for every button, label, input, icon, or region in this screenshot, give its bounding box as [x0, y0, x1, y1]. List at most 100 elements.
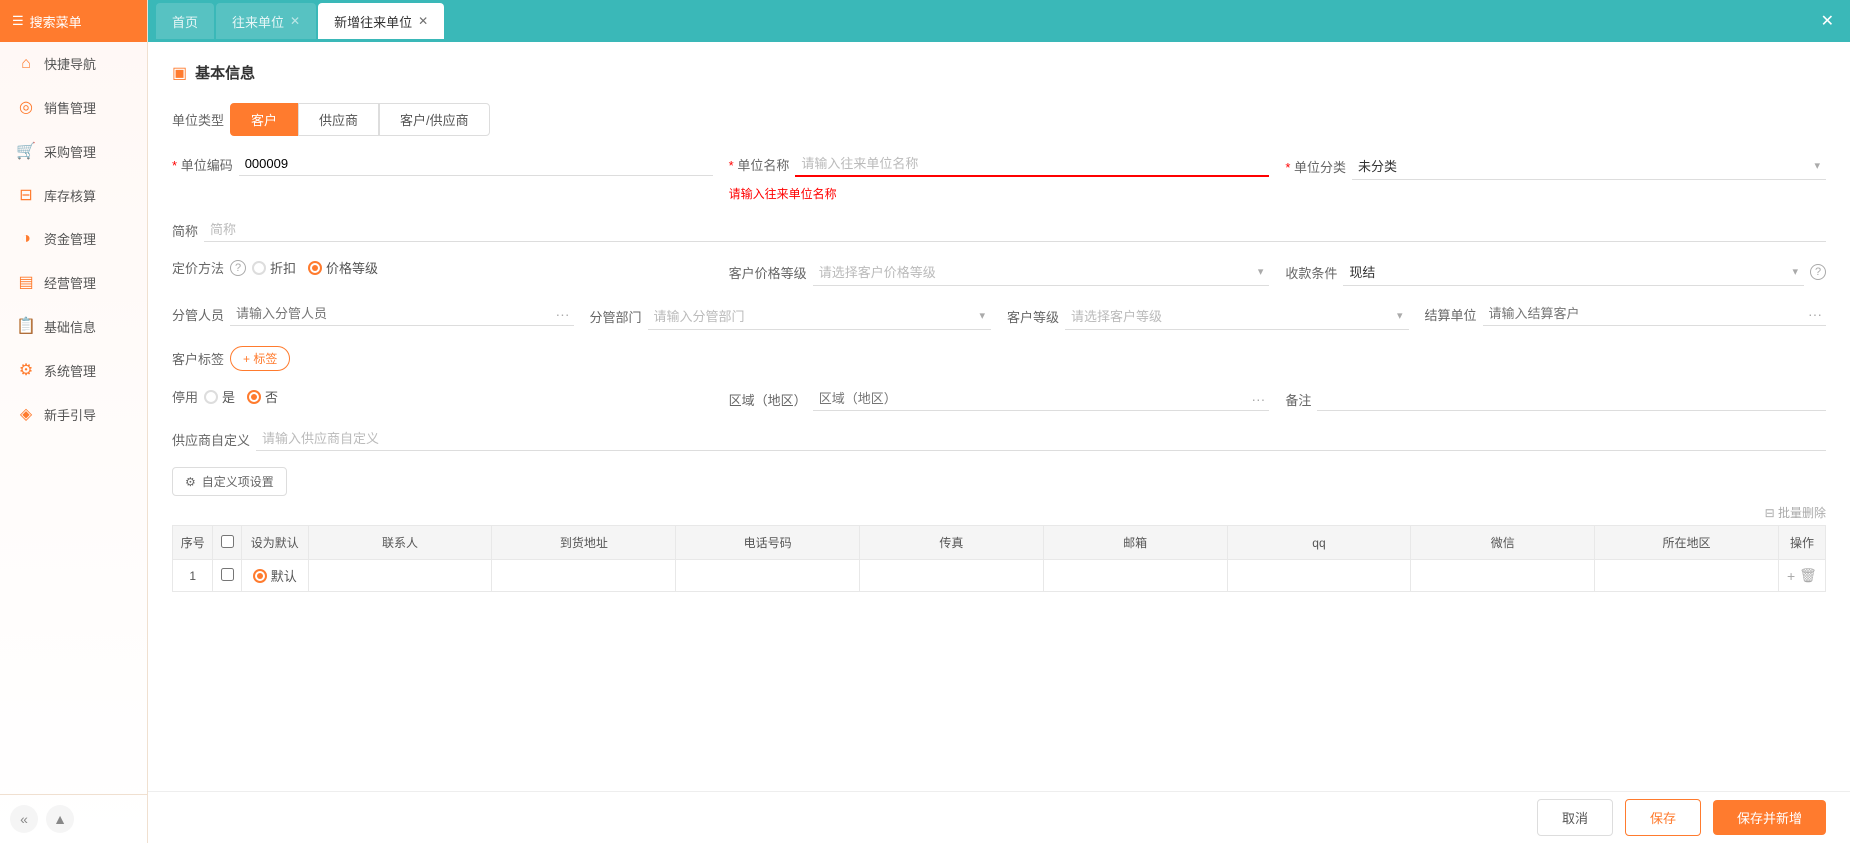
row-fax[interactable] — [860, 560, 1044, 592]
delete-row-btn[interactable]: 🗑 — [1799, 567, 1817, 584]
unit-name-field: * 单位名称 请输入往来单位名称 — [729, 152, 1270, 202]
payment-terms-select[interactable]: 现结 ▾ — [1343, 258, 1804, 286]
phone-input[interactable] — [682, 569, 853, 583]
disabled-yes-option[interactable]: 是 — [204, 387, 235, 406]
supervisor-input[interactable] — [230, 302, 551, 325]
tab-home[interactable]: 首页 — [156, 3, 214, 39]
customer-price-select[interactable]: 请选择客户价格等级 ▾ — [813, 258, 1270, 286]
row-address[interactable] — [492, 560, 676, 592]
pricing-level-option[interactable]: 价格等级 — [308, 258, 378, 277]
row-qq[interactable] — [1227, 560, 1411, 592]
sidebar-item-label: 快捷导航 — [44, 54, 96, 73]
sidebar-item-quick-nav[interactable]: ⌂ 快捷导航 — [0, 42, 147, 85]
region-input[interactable] — [813, 387, 1248, 410]
pricing-discount-label: 折扣 — [270, 258, 296, 277]
sales-icon: ◎ — [16, 97, 36, 117]
sidebar-item-operations[interactable]: ▤ 经营管理 — [0, 260, 147, 304]
tab-partners-close[interactable]: ✕ — [290, 14, 300, 28]
address-input[interactable] — [498, 569, 669, 583]
disabled-radio-group: 是 否 — [204, 387, 278, 406]
settlement-more-btn[interactable]: ··· — [1804, 306, 1826, 322]
sidebar-item-inventory[interactable]: ⊟ 库存核算 — [0, 173, 147, 217]
disabled-no-radio[interactable] — [247, 390, 261, 404]
settings-icon: ⚙ — [185, 475, 196, 489]
region-more-btn[interactable]: ··· — [1247, 391, 1269, 407]
fax-input[interactable] — [866, 569, 1037, 583]
sidebar-item-purchase[interactable]: 🛒 采购管理 — [0, 129, 147, 173]
section-title: 基本信息 — [195, 62, 255, 83]
default-label: 默认 — [271, 566, 297, 585]
tabbar-close-all[interactable]: ✕ — [1813, 7, 1842, 35]
default-radio-item[interactable]: 默认 — [248, 566, 302, 585]
supervisor-label: 分管人员 — [172, 305, 224, 324]
payment-help-icon[interactable]: ? — [1810, 264, 1826, 280]
pricing-help-icon[interactable]: ? — [230, 260, 246, 276]
default-radio[interactable] — [253, 569, 267, 583]
email-input[interactable] — [1050, 569, 1221, 583]
custom-settings-btn[interactable]: ⚙ 自定义项设置 — [172, 467, 287, 496]
customer-level-select[interactable]: 请选择客户等级 ▾ — [1065, 302, 1408, 330]
area-input[interactable] — [1601, 569, 1772, 583]
cancel-button[interactable]: 取消 — [1537, 799, 1613, 836]
sidebar-item-finance[interactable]: ◑ 资金管理 — [0, 217, 147, 260]
sidebar-item-system[interactable]: ⚙ 系统管理 — [0, 348, 147, 392]
sidebar-item-label: 销售管理 — [44, 98, 96, 117]
tags-label: 客户标签 — [172, 349, 224, 368]
batch-delete-btn[interactable]: ⊟ 批量删除 — [1765, 504, 1826, 521]
unit-type-supplier-btn[interactable]: 供应商 — [298, 103, 379, 136]
unit-category-select[interactable]: 未分类 ▾ — [1352, 152, 1826, 180]
purchase-icon: 🛒 — [16, 141, 36, 161]
select-all-checkbox[interactable] — [221, 535, 234, 548]
unit-code-input[interactable] — [239, 152, 713, 176]
main-area: 首页 往来单位 ✕ 新增往来单位 ✕ ✕ ▣ 基本信息 单位类型 客户 供应商 … — [148, 0, 1850, 843]
save-new-button[interactable]: 保存并新增 — [1713, 800, 1826, 835]
unit-type-customer-btn[interactable]: 客户 — [230, 103, 298, 136]
qq-input[interactable] — [1234, 569, 1405, 583]
unit-name-input[interactable] — [795, 152, 1269, 177]
row-area[interactable] — [1595, 560, 1779, 592]
settlement-field: 结算单位 ··· — [1425, 302, 1827, 326]
unit-type-both-btn[interactable]: 客户/供应商 — [379, 103, 490, 136]
unit-type-label: 单位类型 — [172, 110, 224, 129]
sidebar-item-guide[interactable]: ◈ 新手引导 — [0, 392, 147, 436]
sidebar-expand-btn[interactable]: ▲ — [46, 805, 74, 833]
short-name-input[interactable] — [204, 218, 1826, 242]
finance-icon: ◑ — [16, 230, 36, 248]
supervisor-more-btn[interactable]: ··· — [552, 306, 574, 322]
unit-type-row: 单位类型 客户 供应商 客户/供应商 — [172, 103, 1826, 136]
tab-new-partner-close[interactable]: ✕ — [418, 14, 428, 28]
supplier-custom-row: 供应商自定义 — [172, 427, 1826, 451]
sidebar-collapse-btn[interactable]: « — [10, 805, 38, 833]
remarks-input[interactable] — [1317, 387, 1826, 411]
row-wechat[interactable] — [1411, 560, 1595, 592]
pricing-discount-option[interactable]: 折扣 — [252, 258, 296, 277]
row-phone[interactable] — [676, 560, 860, 592]
supplier-custom-input[interactable] — [256, 427, 1826, 451]
add-row-btn[interactable]: + — [1787, 568, 1795, 584]
sidebar-item-basic-info[interactable]: 📋 基础信息 — [0, 304, 147, 348]
add-tag-button[interactable]: + 标签 — [230, 346, 290, 371]
pricing-level-radio[interactable] — [308, 261, 322, 275]
tabbar: 首页 往来单位 ✕ 新增往来单位 ✕ ✕ — [148, 0, 1850, 42]
row-email[interactable] — [1043, 560, 1227, 592]
bottom-bar: 取消 保存 保存并新增 — [148, 791, 1850, 843]
disabled-no-option[interactable]: 否 — [247, 387, 278, 406]
wechat-input[interactable] — [1417, 569, 1588, 583]
tab-new-partner[interactable]: 新增往来单位 ✕ — [318, 3, 444, 39]
col-operation: 操作 — [1778, 526, 1825, 560]
pricing-method-label: 定价方法 — [172, 258, 224, 277]
disabled-yes-radio[interactable] — [204, 390, 218, 404]
form-content: ▣ 基本信息 单位类型 客户 供应商 客户/供应商 * 单位编码 — [148, 42, 1850, 791]
contact-input[interactable] — [315, 569, 486, 583]
sidebar-item-sales[interactable]: ◎ 销售管理 — [0, 85, 147, 129]
tab-partners[interactable]: 往来单位 ✕ — [216, 3, 316, 39]
pricing-discount-radio[interactable] — [252, 261, 266, 275]
supplier-custom-label: 供应商自定义 — [172, 430, 250, 449]
row-checkbox[interactable] — [221, 568, 234, 581]
row-contact[interactable] — [308, 560, 492, 592]
save-button[interactable]: 保存 — [1625, 799, 1701, 836]
department-select[interactable]: 请输入分管部门 ▾ — [648, 302, 991, 330]
unit-type-field: 单位类型 客户 供应商 客户/供应商 — [172, 103, 1826, 136]
settlement-input[interactable] — [1483, 302, 1804, 325]
sidebar-search[interactable]: ☰ 搜索菜单 — [0, 0, 147, 42]
